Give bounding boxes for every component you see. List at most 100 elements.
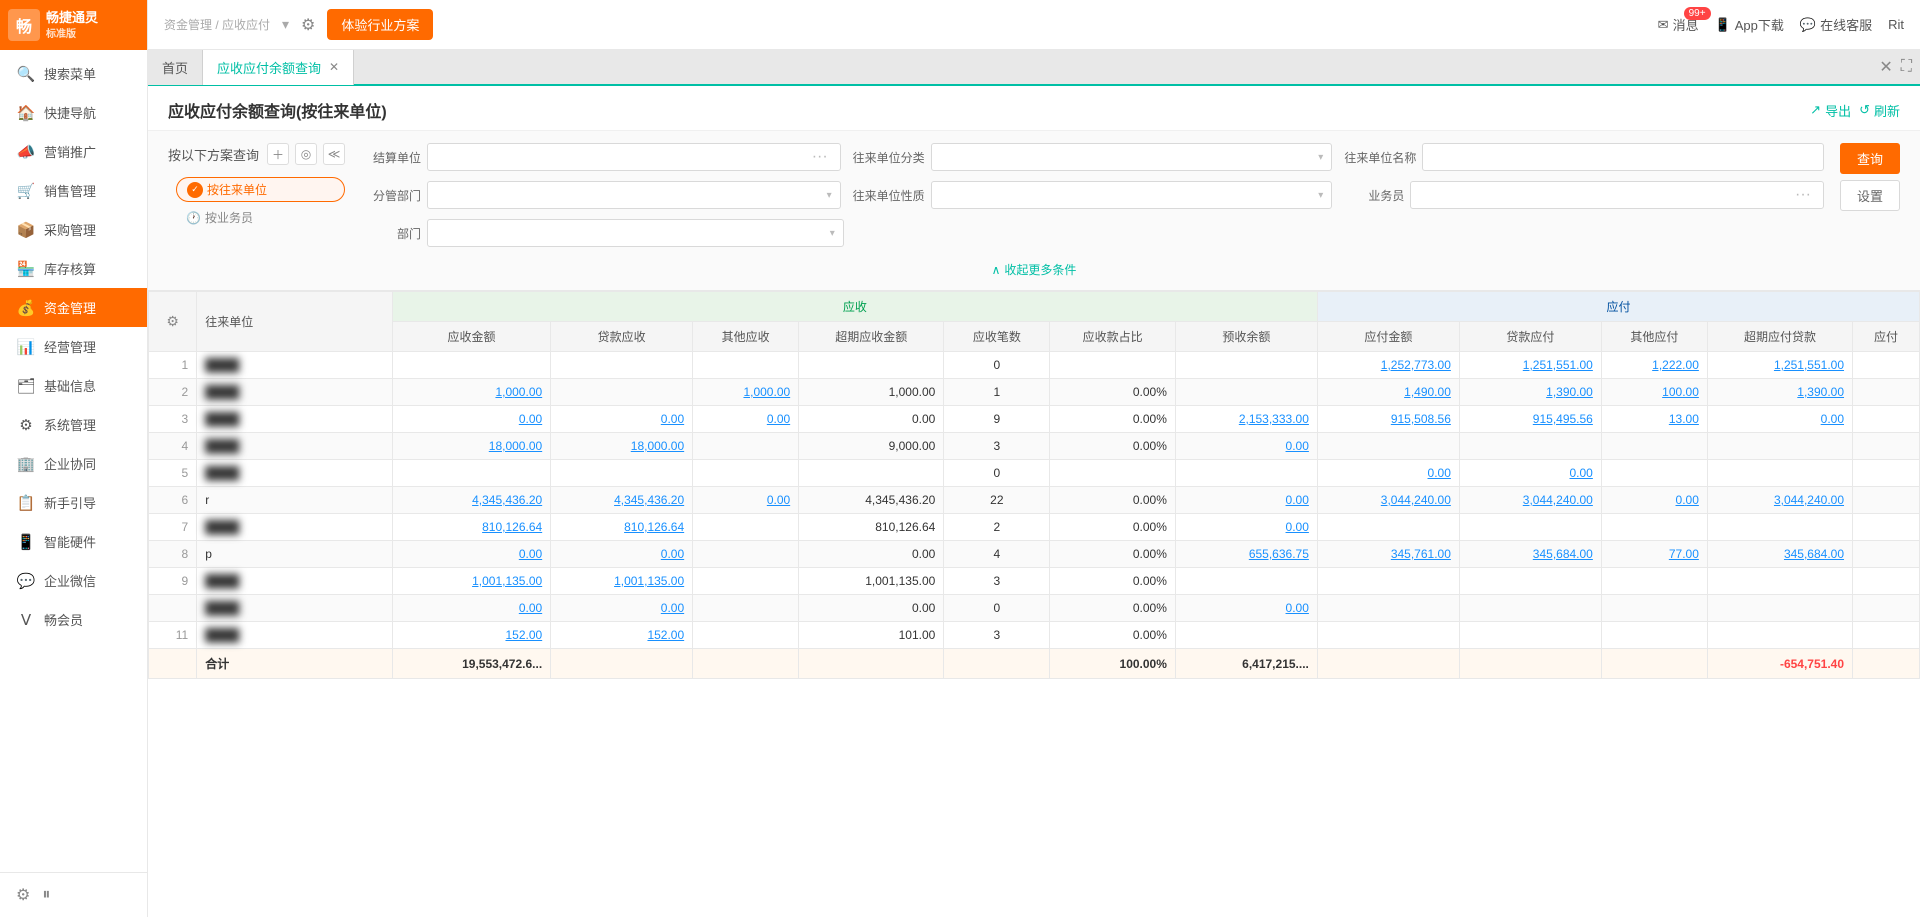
other-pay-col: 其他应付: [1601, 322, 1707, 352]
footer-pay-total: -654,751.40: [1707, 649, 1852, 679]
app-download-button[interactable]: 📱 App下载: [1715, 15, 1784, 34]
add-scheme-icon[interactable]: ＋: [267, 143, 289, 165]
member-icon: Ⅴ: [16, 611, 36, 629]
sidebar-item-wechat[interactable]: 💬 企业微信: [0, 561, 147, 600]
settings-icon[interactable]: ⚙: [16, 885, 30, 905]
dept-select[interactable]: ▾: [427, 219, 844, 247]
staff-select[interactable]: ···: [1410, 181, 1824, 209]
scheme-clock-icon: 🕐: [186, 211, 201, 225]
sidebar-item-operation[interactable]: 📊 经营管理: [0, 327, 147, 366]
online-service-button[interactable]: 💬 在线客服: [1800, 15, 1872, 34]
tab-close-icon[interactable]: ✕: [329, 60, 339, 74]
unit-name-input[interactable]: [1422, 143, 1824, 171]
table-row: 11████152.00152.00101.0030.00%: [149, 622, 1920, 649]
user-profile[interactable]: Rit: [1888, 17, 1904, 32]
other-recv-col: 其他应收: [693, 322, 799, 352]
staff-dots-icon[interactable]: ···: [1791, 186, 1815, 204]
sidebar-item-guide[interactable]: 📋 新手引导: [0, 483, 147, 522]
back-scheme-icon[interactable]: ≪: [323, 143, 345, 165]
footer-recv-total: 19,553,472.6...: [392, 649, 550, 679]
table-row: 9████1,001,135.001,001,135.001,001,135.0…: [149, 568, 1920, 595]
manage-dept-field: 分管部门 ▾: [361, 181, 841, 209]
settlement-dots-icon[interactable]: ···: [808, 148, 832, 166]
sidebar-item-search[interactable]: 🔍 搜索菜单: [0, 54, 147, 93]
collapse-icon[interactable]: ⏸: [42, 886, 50, 904]
message-button[interactable]: ✉ 消息 99+: [1658, 15, 1699, 34]
logo-icon: 畅: [8, 9, 40, 41]
sidebar-item-system[interactable]: ⚙ 系统管理: [0, 405, 147, 444]
scheme-by-staff-button[interactable]: 🕐 按业务员: [176, 206, 345, 229]
top-header: 资金管理 / 应收应付 ▾ ⚙ 体验行业方案 ✉ 消息 99+ 📱 App下载 …: [148, 0, 1920, 50]
tab-query[interactable]: 应收应付余额查询 ✕: [203, 49, 354, 85]
table-row: 7████810,126.64810,126.64810,126.6420.00…: [149, 514, 1920, 541]
recv-count-col: 应收笔数: [944, 322, 1050, 352]
manage-dept-select[interactable]: ▾: [427, 181, 841, 209]
loan-pay-col: 贷款应付: [1459, 322, 1601, 352]
tab-home[interactable]: 首页: [148, 49, 203, 85]
sidebar-item-sales[interactable]: 🛒 销售管理: [0, 171, 147, 210]
purchase-icon: 📦: [16, 221, 36, 239]
edit-scheme-icon[interactable]: ◎: [295, 143, 317, 165]
sidebar-item-purchase[interactable]: 📦 采购管理: [0, 210, 147, 249]
footer-label: 合计: [197, 649, 393, 679]
sales-icon: 🛒: [16, 182, 36, 200]
table-settings-gear-icon[interactable]: ⚙: [166, 313, 179, 329]
sidebar-item-corp[interactable]: 🏢 企业协同: [0, 444, 147, 483]
hardware-icon: 📱: [16, 533, 36, 551]
sidebar-item-basic[interactable]: 🗂 基础信息: [0, 366, 147, 405]
sidebar-item-quicknav[interactable]: 🏠 快捷导航: [0, 93, 147, 132]
page-header: 应收应付余额查询(按往来单位) ↗ 导出 ↺ 刷新: [148, 86, 1920, 131]
unit-name-field: 往来单位名称: [1344, 143, 1824, 171]
prepay-balance-col: 预收余额: [1175, 322, 1317, 352]
settlement-unit-select[interactable]: ···: [427, 143, 841, 171]
unit-category-arrow-icon: ▾: [1318, 152, 1323, 163]
tab-fullscreen-icon[interactable]: ⛶: [1901, 58, 1912, 76]
settlement-unit-field: 结算单位 ···: [361, 143, 841, 171]
quicknav-icon: 🏠: [16, 104, 36, 122]
sidebar-item-marketing[interactable]: 📣 营销推广: [0, 132, 147, 171]
wechat-icon: 💬: [16, 572, 36, 590]
sidebar-item-inventory[interactable]: 🏪 库存核算: [0, 249, 147, 288]
tab-bar: 首页 应收应付余额查询 ✕ ✕ ⛶: [148, 50, 1920, 86]
query-button[interactable]: 查询: [1840, 143, 1900, 174]
tab-controls: ✕ ⛶: [1879, 57, 1920, 77]
corp-icon: 🏢: [16, 455, 36, 473]
settings-col-header[interactable]: ⚙: [149, 292, 197, 352]
set-button[interactable]: 设置: [1840, 180, 1900, 211]
nav-dropdown-icon[interactable]: ▾: [282, 16, 289, 33]
message-badge: 99+: [1684, 7, 1711, 20]
table-area[interactable]: ⚙ 往来单位 应收 应付 应收金额 贷款应收 其他应收 超期应收金额 应收笔数 …: [148, 291, 1920, 917]
marketing-icon: 📣: [16, 143, 36, 161]
page-area: 应收应付余额查询(按往来单位) ↗ 导出 ↺ 刷新 按以下方案查询: [148, 86, 1920, 917]
filter-row-1: 结算单位 ··· 往来单位分类 ▾: [361, 143, 1824, 171]
unit-category-select[interactable]: ▾: [931, 143, 1333, 171]
guide-icon: 📋: [16, 494, 36, 512]
footer-row: 合计 19,553,472.6... 100.00% 6,417,215....…: [149, 649, 1920, 679]
export-button[interactable]: ↗ 导出: [1810, 101, 1851, 120]
unit-nature-field: 往来单位性质 ▾: [853, 181, 1333, 209]
pay-amount-col: 应付金额: [1317, 322, 1459, 352]
header-settings-icon[interactable]: ⚙: [301, 15, 315, 35]
dept-field: 部门 ▾: [361, 219, 844, 247]
promo-button[interactable]: 体验行业方案: [327, 9, 433, 40]
loan-recv-col: 贷款应收: [551, 322, 693, 352]
sidebar-item-member[interactable]: Ⅴ 畅会员: [0, 600, 147, 639]
collapse-button[interactable]: ∧ 收起更多条件: [992, 261, 1077, 278]
page-actions: ↗ 导出 ↺ 刷新: [1810, 101, 1900, 120]
sidebar-menu: 🔍 搜索菜单 🏠 快捷导航 📣 营销推广 🛒 销售管理 📦 采购管理 🏪 库存核…: [0, 50, 147, 872]
system-icon: ⚙: [16, 416, 36, 434]
unit-nature-select[interactable]: ▾: [931, 181, 1333, 209]
tab-close-window-icon[interactable]: ✕: [1879, 57, 1892, 77]
scheme-by-unit-button[interactable]: ✓ 按往来单位: [176, 177, 345, 202]
table-row: 8p0.000.000.0040.00%655,636.75345,761.00…: [149, 541, 1920, 568]
table-row: 2████1,000.001,000.001,000.0010.00%1,490…: [149, 379, 1920, 406]
sidebar-item-finance[interactable]: 💰 资金管理: [0, 288, 147, 327]
page-title: 应收应付余额查询(按往来单位): [168, 98, 387, 122]
app-icon: 📱: [1715, 17, 1731, 33]
sidebar-item-hardware[interactable]: 📱 智能硬件: [0, 522, 147, 561]
table-group-header-row: ⚙ 往来单位 应收 应付: [149, 292, 1920, 322]
table-footer: 合计 19,553,472.6... 100.00% 6,417,215....…: [149, 649, 1920, 679]
filter-area: 按以下方案查询 ＋ ◎ ≪ ✓ 按往来单位 🕐: [148, 131, 1920, 291]
table-row: ████0.000.000.0000.00%0.00: [149, 595, 1920, 622]
refresh-button[interactable]: ↺ 刷新: [1859, 101, 1900, 120]
